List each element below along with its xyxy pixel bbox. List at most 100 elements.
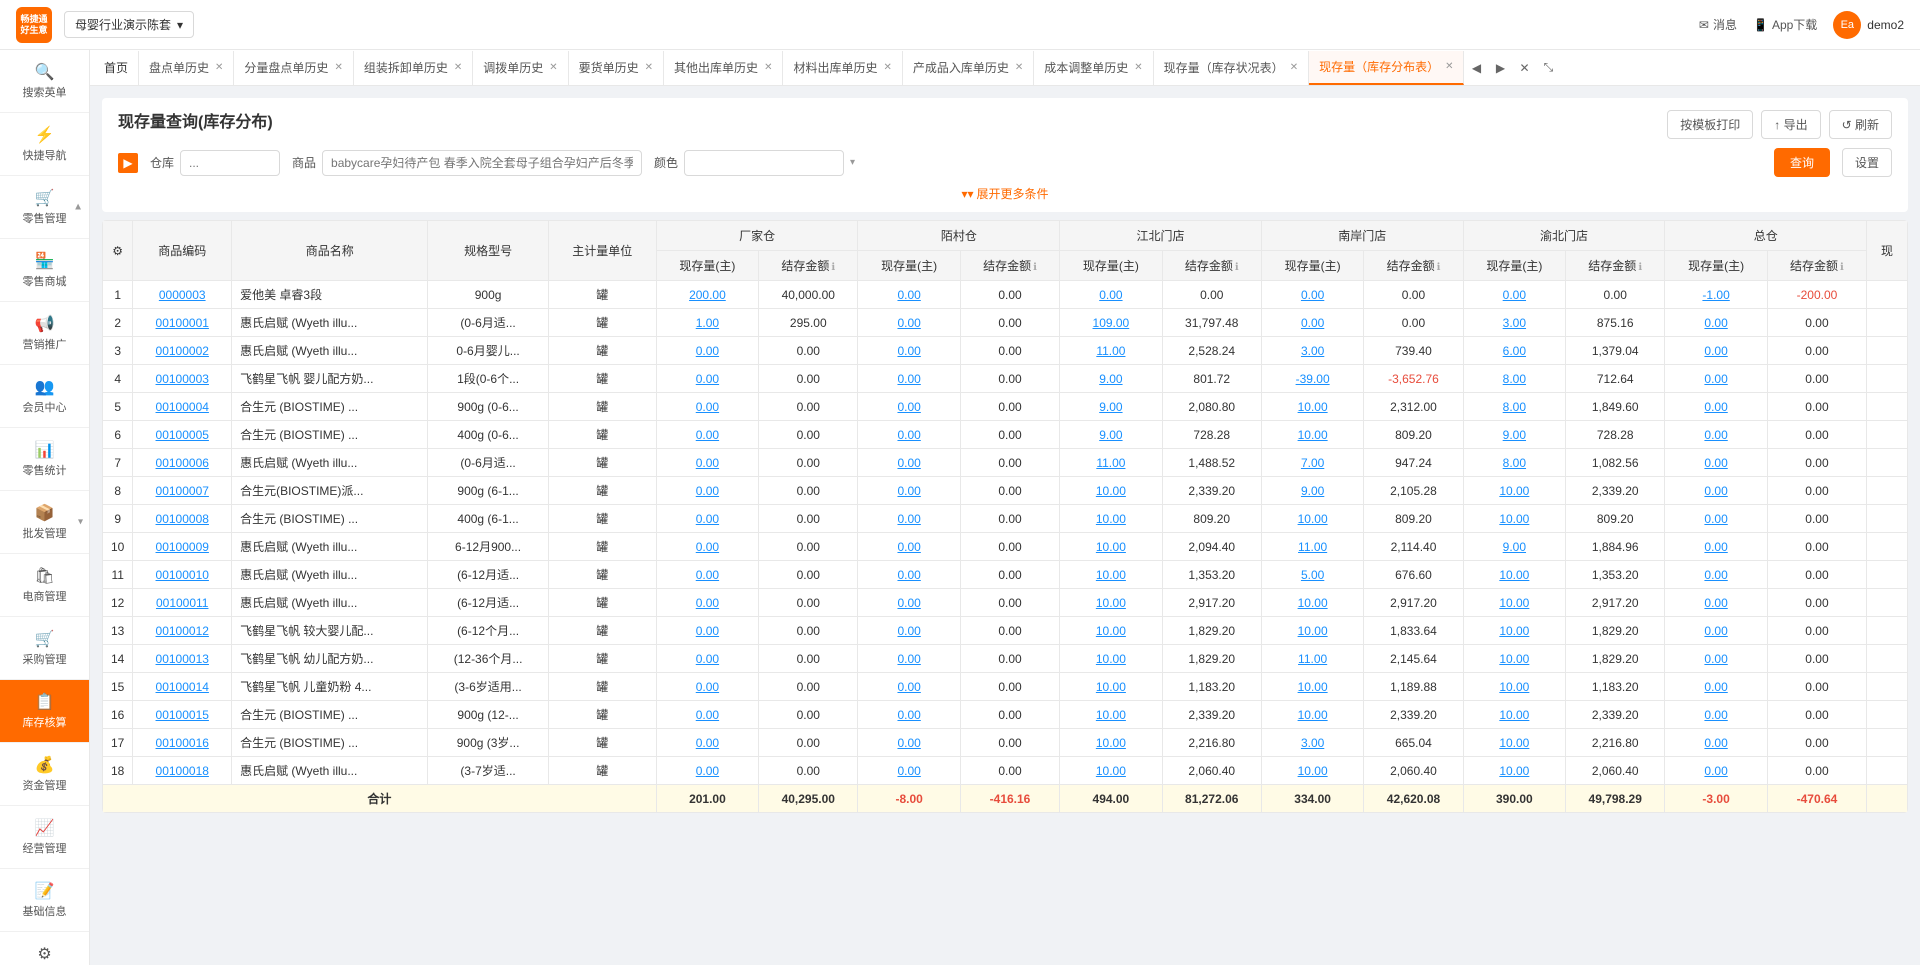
row-factory-qty[interactable]: 200.00 [656, 281, 758, 309]
tab-qitachuku[interactable]: 其他出库单历史 ✕ [664, 51, 783, 85]
row-yubei-qty[interactable]: 10.00 [1463, 729, 1565, 757]
row-mocun-qty[interactable]: 0.00 [858, 449, 960, 477]
sidebar-item-wholesale[interactable]: 📦 批发管理 ▾ [0, 491, 89, 554]
row-zongcang-qty[interactable]: 0.00 [1665, 421, 1767, 449]
row-nanan-qty[interactable]: -39.00 [1261, 365, 1363, 393]
info-icon-5[interactable]: ℹ [1638, 262, 1642, 273]
row-nanan-qty[interactable]: 11.00 [1261, 645, 1363, 673]
row-yubei-qty[interactable]: 10.00 [1463, 701, 1565, 729]
sidebar-item-retail[interactable]: 🛒 零售管理 ▲ [0, 176, 89, 239]
row-code[interactable]: 00100010 [133, 561, 232, 589]
close-pandian[interactable]: ✕ [215, 62, 223, 73]
row-yubei-qty[interactable]: 9.00 [1463, 421, 1565, 449]
row-zongcang-qty[interactable]: 0.00 [1665, 729, 1767, 757]
row-code[interactable]: 00100006 [133, 449, 232, 477]
row-zongcang-qty[interactable]: 0.00 [1665, 393, 1767, 421]
row-jiangbei-qty[interactable]: 10.00 [1060, 673, 1162, 701]
sidebar-item-inventory[interactable]: 📋 库存核算 [0, 680, 89, 743]
row-factory-qty[interactable]: 1.00 [656, 309, 758, 337]
close-fenpandian[interactable]: ✕ [334, 62, 342, 73]
row-code[interactable]: 00100007 [133, 477, 232, 505]
row-mocun-qty[interactable]: 0.00 [858, 337, 960, 365]
sidebar-item-operation[interactable]: 📈 经营管理 [0, 806, 89, 869]
row-mocun-qty[interactable]: 0.00 [858, 281, 960, 309]
row-factory-qty[interactable]: 0.00 [656, 757, 758, 785]
row-code[interactable]: 00100011 [133, 589, 232, 617]
tab-nav-right[interactable]: ▶ [1488, 51, 1512, 85]
row-zongcang-qty[interactable]: 0.00 [1665, 309, 1767, 337]
row-jiangbei-qty[interactable]: 0.00 [1060, 281, 1162, 309]
industry-selector[interactable]: 母婴行业演示陈套 ▾ [64, 11, 194, 38]
row-jiangbei-qty[interactable]: 11.00 [1060, 449, 1162, 477]
row-yubei-qty[interactable]: 10.00 [1463, 757, 1565, 785]
tab-yaohuo[interactable]: 要货单历史 ✕ [569, 51, 664, 85]
row-zongcang-qty[interactable]: 0.00 [1665, 337, 1767, 365]
row-nanan-qty[interactable]: 5.00 [1261, 561, 1363, 589]
row-jiangbei-qty[interactable]: 10.00 [1060, 505, 1162, 533]
row-code[interactable]: 00100008 [133, 505, 232, 533]
sidebar-item-finance[interactable]: 💰 资金管理 [0, 743, 89, 806]
color-input[interactable] [684, 150, 844, 176]
close-xianzailiang-kucun[interactable]: ✕ [1290, 62, 1298, 73]
row-yubei-qty[interactable]: 8.00 [1463, 449, 1565, 477]
row-zongcang-qty[interactable]: 0.00 [1665, 673, 1767, 701]
row-factory-qty[interactable]: 0.00 [656, 729, 758, 757]
row-zongcang-qty[interactable]: 0.00 [1665, 477, 1767, 505]
user-area[interactable]: Ea demo2 [1833, 11, 1904, 39]
warehouse-input[interactable] [180, 150, 280, 176]
row-nanan-qty[interactable]: 10.00 [1261, 393, 1363, 421]
row-zongcang-qty[interactable]: -1.00 [1665, 281, 1767, 309]
tab-xianzailiang-fenbu[interactable]: 现存量（库存分布表） ✕ [1309, 51, 1464, 85]
row-yubei-qty[interactable]: 10.00 [1463, 673, 1565, 701]
row-factory-qty[interactable]: 0.00 [656, 673, 758, 701]
row-zongcang-qty[interactable]: 0.00 [1665, 617, 1767, 645]
tab-diaobodanh[interactable]: 调拨单历史 ✕ [473, 51, 568, 85]
row-mocun-qty[interactable]: 0.00 [858, 589, 960, 617]
close-xianzailiang-fenbu[interactable]: ✕ [1445, 61, 1453, 72]
sidebar-item-system[interactable]: ⚙ 系统管理 [0, 932, 89, 965]
row-yubei-qty[interactable]: 0.00 [1463, 281, 1565, 309]
row-jiangbei-qty[interactable]: 9.00 [1060, 365, 1162, 393]
close-qitachuku[interactable]: ✕ [764, 62, 772, 73]
row-jiangbei-qty[interactable]: 10.00 [1060, 729, 1162, 757]
row-mocun-qty[interactable]: 0.00 [858, 645, 960, 673]
row-code[interactable]: 00100014 [133, 673, 232, 701]
row-mocun-qty[interactable]: 0.00 [858, 617, 960, 645]
row-jiangbei-qty[interactable]: 10.00 [1060, 645, 1162, 673]
row-mocun-qty[interactable]: 0.00 [858, 533, 960, 561]
row-nanan-qty[interactable]: 9.00 [1261, 477, 1363, 505]
row-factory-qty[interactable]: 0.00 [656, 449, 758, 477]
row-jiangbei-qty[interactable]: 9.00 [1060, 393, 1162, 421]
goods-input[interactable] [322, 150, 642, 176]
row-zongcang-qty[interactable]: 0.00 [1665, 449, 1767, 477]
row-mocun-qty[interactable]: 0.00 [858, 421, 960, 449]
row-code[interactable]: 00100015 [133, 701, 232, 729]
row-mocun-qty[interactable]: 0.00 [858, 505, 960, 533]
tab-nav-left[interactable]: ◀ [1464, 51, 1488, 85]
info-icon-6[interactable]: ℹ [1840, 262, 1844, 273]
row-mocun-qty[interactable]: 0.00 [858, 561, 960, 589]
sidebar-item-search[interactable]: 🔍 搜索英单 [0, 50, 89, 113]
close-zuzhezhekou[interactable]: ✕ [454, 62, 462, 73]
tab-pandian[interactable]: 盘点单历史 ✕ [139, 51, 234, 85]
row-jiangbei-qty[interactable]: 9.00 [1060, 421, 1162, 449]
close-chengpinru[interactable]: ✕ [1015, 62, 1023, 73]
row-yubei-qty[interactable]: 10.00 [1463, 645, 1565, 673]
row-yubei-qty[interactable]: 6.00 [1463, 337, 1565, 365]
sidebar-item-purchase[interactable]: 🛒 采购管理 [0, 617, 89, 680]
row-jiangbei-qty[interactable]: 10.00 [1060, 757, 1162, 785]
row-factory-qty[interactable]: 0.00 [656, 365, 758, 393]
row-mocun-qty[interactable]: 0.00 [858, 477, 960, 505]
sidebar-item-member[interactable]: 👥 会员中心 [0, 365, 89, 428]
row-code[interactable]: 00100012 [133, 617, 232, 645]
row-mocun-qty[interactable]: 0.00 [858, 757, 960, 785]
row-jiangbei-qty[interactable]: 10.00 [1060, 533, 1162, 561]
tab-nav-expand[interactable]: ⤡ [1536, 51, 1560, 85]
row-zongcang-qty[interactable]: 0.00 [1665, 757, 1767, 785]
row-nanan-qty[interactable]: 10.00 [1261, 701, 1363, 729]
row-jiangbei-qty[interactable]: 10.00 [1060, 617, 1162, 645]
row-code[interactable]: 00100013 [133, 645, 232, 673]
row-factory-qty[interactable]: 0.00 [656, 589, 758, 617]
sidebar-item-shortcut[interactable]: ⚡ 快捷导航 [0, 113, 89, 176]
info-icon-3[interactable]: ℹ [1235, 262, 1239, 273]
